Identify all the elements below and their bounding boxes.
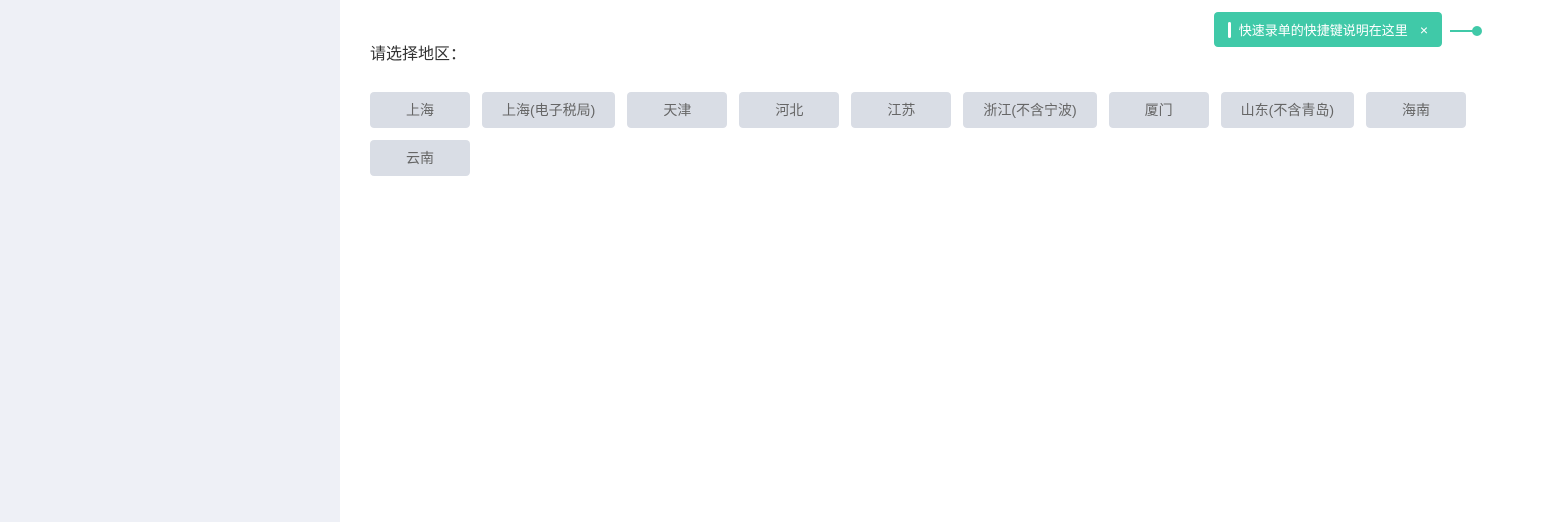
tooltip-banner: 快速录单的快捷键说明在这里 × bbox=[1214, 12, 1442, 47]
tooltip-close-button[interactable]: × bbox=[1420, 23, 1428, 37]
region-button-shanghai[interactable]: 上海 bbox=[370, 92, 470, 128]
region-button-shanghai-etax[interactable]: 上海(电子税局) bbox=[482, 92, 615, 128]
tooltip-connector-dot bbox=[1472, 26, 1482, 36]
region-button-hebei[interactable]: 河北 bbox=[739, 92, 839, 128]
region-button-yunnan[interactable]: 云南 bbox=[370, 140, 470, 176]
tooltip-accent-bar bbox=[1228, 22, 1231, 38]
region-button-xiamen[interactable]: 厦门 bbox=[1109, 92, 1209, 128]
region-button-hainan[interactable]: 海南 bbox=[1366, 92, 1466, 128]
left-sidebar bbox=[0, 0, 340, 522]
tooltip-text: 快速录单的快捷键说明在这里 bbox=[1239, 20, 1408, 39]
region-button-zhejiang[interactable]: 浙江(不含宁波) bbox=[963, 92, 1096, 128]
region-button-shandong[interactable]: 山东(不含青岛) bbox=[1221, 92, 1354, 128]
region-button-jiangsu[interactable]: 江苏 bbox=[851, 92, 951, 128]
region-button-group: 上海上海(电子税局) 天津河北江苏浙江(不含宁波) 厦门山东(不含青岛) 海南云南 bbox=[370, 92, 1532, 176]
main-content: 请选择地区： 上海上海(电子税局)天津河北江苏浙江(不含宁波)厦门山东(不含青岛… bbox=[340, 0, 1562, 522]
region-button-tianjin[interactable]: 天津 bbox=[627, 92, 727, 128]
